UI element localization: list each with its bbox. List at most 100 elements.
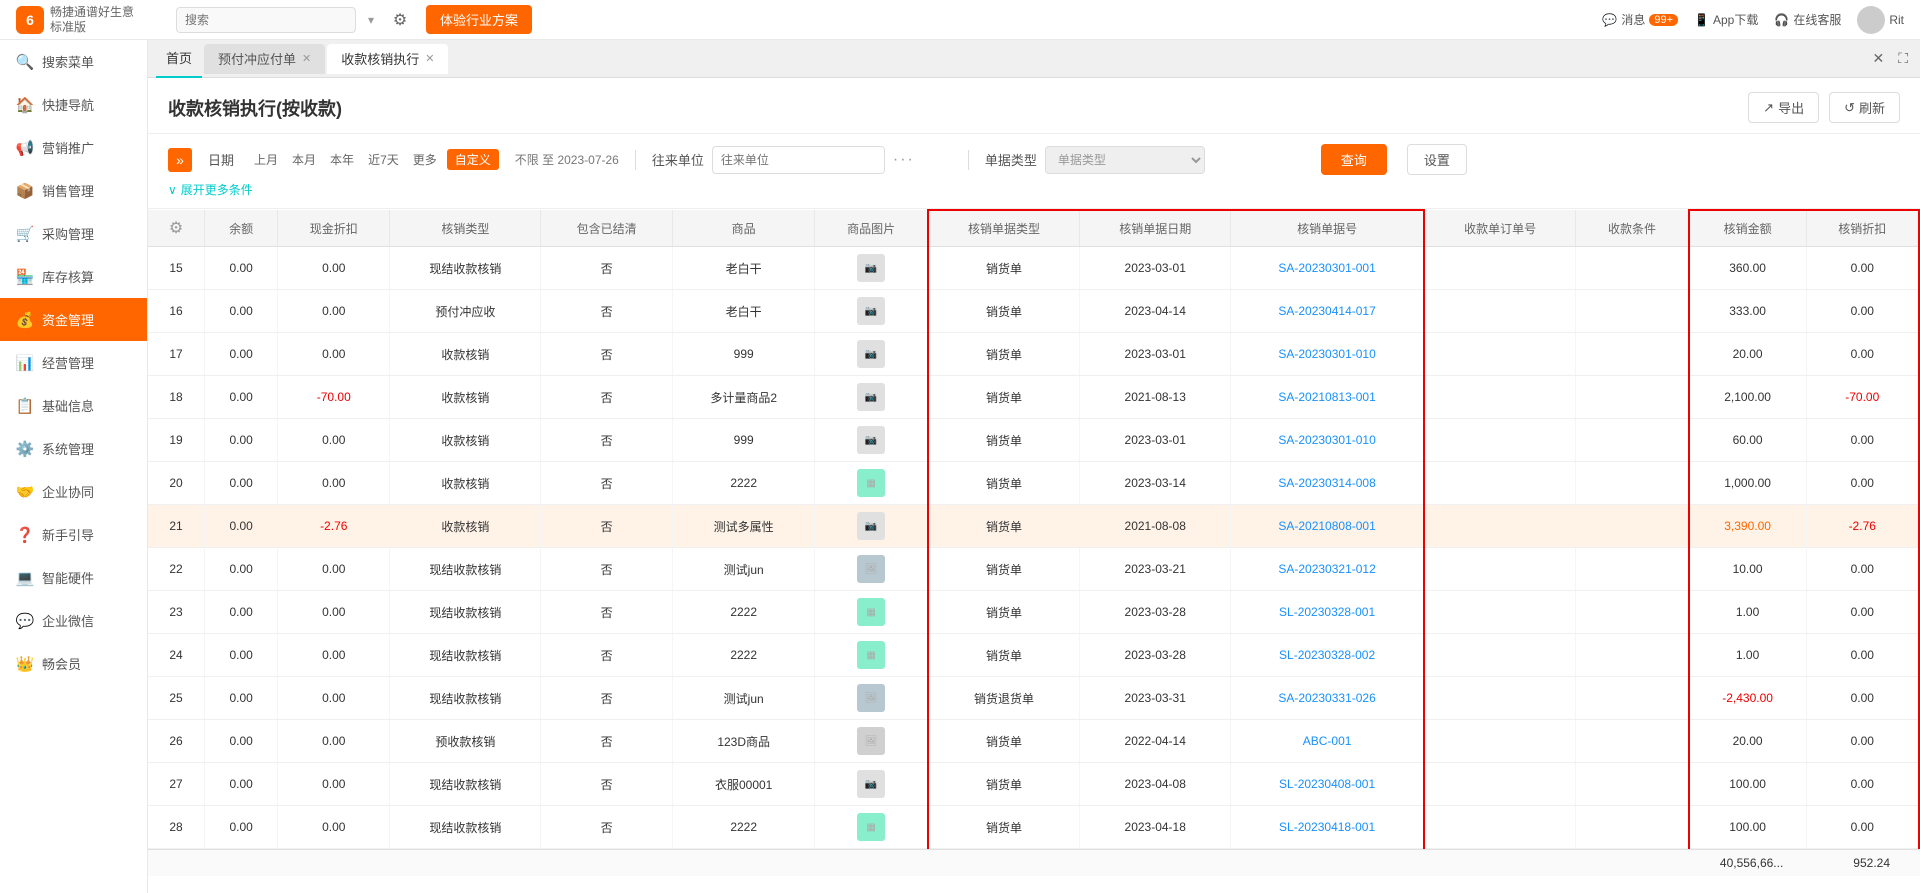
cell-verify-discount: 0.00 <box>1806 634 1919 677</box>
cell-bill-date: 2023-04-08 <box>1080 763 1231 806</box>
expand-more-button[interactable]: ∨ 展开更多条件 <box>168 181 1900 198</box>
bill-no-link[interactable]: SA-20230301-010 <box>1278 433 1375 447</box>
tab-close-window-button[interactable]: ✕ <box>1868 48 1888 69</box>
cell-bill-no: SA-20210813-001 <box>1231 376 1424 419</box>
refresh-button[interactable]: ↺ 刷新 <box>1829 92 1900 123</box>
party-input[interactable] <box>712 146 885 174</box>
app-download-button[interactable]: 📱 App下载 <box>1694 11 1758 28</box>
cell-cash-discount: 0.00 <box>278 419 390 462</box>
online-service-button[interactable]: 🎧 在线客服 <box>1774 11 1841 28</box>
sidebar-item-guide[interactable]: ❓ 新手引导 <box>0 513 147 556</box>
bill-no-link[interactable]: SL-20230418-001 <box>1279 820 1375 834</box>
bill-no-link[interactable]: SA-20230331-026 <box>1278 691 1375 705</box>
bill-no-link[interactable]: SA-20230301-010 <box>1278 347 1375 361</box>
cell-balance: 0.00 <box>205 677 278 720</box>
table-row: 16 0.00 0.00 预付冲应收 否 老白干 📷 销货单 2023-04-1… <box>148 290 1919 333</box>
settings-icon[interactable]: ⚙ <box>386 6 414 34</box>
bill-type-select[interactable]: 单据类型 <box>1045 146 1205 174</box>
search-icon: 🔍 <box>16 53 34 71</box>
cell-bill-date: 2023-03-31 <box>1080 677 1231 720</box>
cell-bill-type: 销货单 <box>928 806 1080 849</box>
query-button[interactable]: 查询 <box>1321 144 1387 175</box>
tab-prepay[interactable]: 预付冲应付单 ✕ <box>204 44 325 74</box>
table-row: 17 0.00 0.00 收款核销 否 999 📷 销货单 2023-03-01… <box>148 333 1919 376</box>
sidebar-item-basic-info[interactable]: 📋 基础信息 <box>0 384 147 427</box>
date-7days-btn[interactable]: 近7天 <box>364 149 403 170</box>
sidebar-item-member[interactable]: 👑 畅会员 <box>0 642 147 685</box>
sidebar-item-marketing[interactable]: 📢 营销推广 <box>0 126 147 169</box>
bill-no-link[interactable]: SA-20210813-001 <box>1278 390 1375 404</box>
bill-no-link[interactable]: SA-20230314-008 <box>1278 476 1375 490</box>
verify-amount-total: 40,556,66... <box>1720 856 1783 870</box>
cell-verify-discount: 0.00 <box>1806 806 1919 849</box>
cell-bill-type: 销货单 <box>928 290 1080 333</box>
col-settings-header: ⚙ <box>148 210 205 247</box>
table-header: ⚙ 余额 现金折扣 核销类型 包含已结清 商品 商品图片 核销单据类型 核销单据… <box>148 210 1919 247</box>
sidebar-item-inventory[interactable]: 🏪 库存核算 <box>0 255 147 298</box>
cell-id: 19 <box>148 419 205 462</box>
cell-collection-condition <box>1576 290 1689 333</box>
cell-verify-type: 收款核销 <box>390 505 541 548</box>
search-input[interactable] <box>176 7 356 33</box>
tab-close-active-icon[interactable]: ✕ <box>425 52 434 65</box>
cell-bill-no: ABC-001 <box>1231 720 1424 763</box>
tab-maximize-button[interactable]: ⛶ <box>1894 48 1912 69</box>
bill-no-link[interactable]: SL-20230328-002 <box>1279 648 1375 662</box>
bill-no-link[interactable]: SL-20230328-001 <box>1279 605 1375 619</box>
date-this-year-btn[interactable]: 本年 <box>326 149 358 170</box>
sidebar-item-management[interactable]: 📊 经营管理 <box>0 341 147 384</box>
cell-collection-order <box>1424 419 1576 462</box>
sidebar-item-hardware[interactable]: 💻 智能硬件 <box>0 556 147 599</box>
col-settings-icon[interactable]: ⚙ <box>169 220 183 237</box>
cell-bill-date: 2023-03-01 <box>1080 247 1231 290</box>
tab-verify[interactable]: 收款核销执行 ✕ <box>327 44 448 74</box>
cell-bill-date: 2023-03-28 <box>1080 634 1231 677</box>
industry-solution-button[interactable]: 体验行业方案 <box>426 5 532 34</box>
cell-collection-condition <box>1576 505 1689 548</box>
date-last-month-btn[interactable]: 上月 <box>250 149 282 170</box>
cell-bill-type: 销货单 <box>928 591 1080 634</box>
sidebar-item-system[interactable]: ⚙️ 系统管理 <box>0 427 147 470</box>
cell-include-settled: 否 <box>541 634 673 677</box>
bill-no-link[interactable]: SA-20230321-012 <box>1278 562 1375 576</box>
bill-no-link[interactable]: SA-20230414-017 <box>1278 304 1375 318</box>
sidebar-item-finance[interactable]: 💰 资金管理 <box>0 298 147 341</box>
user-area[interactable]: Rit <box>1857 6 1904 34</box>
bill-no-link[interactable]: SA-20230301-001 <box>1278 261 1375 275</box>
date-options: 上月 本月 本年 近7天 更多 自定义 <box>250 149 499 170</box>
product-image: 🖼 <box>857 555 885 583</box>
table-row: 23 0.00 0.00 现结收款核销 否 2222 ▦ 销货单 2023-03… <box>148 591 1919 634</box>
cell-balance: 0.00 <box>205 333 278 376</box>
sidebar-item-quicknav[interactable]: 🏠 快捷导航 <box>0 83 147 126</box>
cell-id: 27 <box>148 763 205 806</box>
sidebar-item-collab[interactable]: 🤝 企业协同 <box>0 470 147 513</box>
export-button[interactable]: ↗ 导出 <box>1748 92 1819 123</box>
bill-no-link[interactable]: SA-20210808-001 <box>1278 519 1375 533</box>
cell-bill-date: 2023-03-01 <box>1080 419 1231 462</box>
cell-collection-condition <box>1576 548 1689 591</box>
cell-verify-amount: 360.00 <box>1689 247 1806 290</box>
tab-home[interactable]: 首页 <box>156 40 202 78</box>
cell-verify-discount: -2.76 <box>1806 505 1919 548</box>
cell-verify-amount: 1.00 <box>1689 591 1806 634</box>
filter-toggle-button[interactable]: » <box>168 148 192 172</box>
sidebar-item-wechat[interactable]: 💬 企业微信 <box>0 599 147 642</box>
date-custom-btn[interactable]: 自定义 <box>447 149 499 170</box>
date-more-btn[interactable]: 更多 <box>409 149 441 170</box>
table-row: 26 0.00 0.00 预收款核销 否 123D商品 🖼 销货单 2022-0… <box>148 720 1919 763</box>
date-this-month-btn[interactable]: 本月 <box>288 149 320 170</box>
table-settings-button[interactable]: 设置 <box>1407 144 1467 175</box>
cell-verify-type: 现结收款核销 <box>390 677 541 720</box>
cell-cash-discount: 0.00 <box>278 634 390 677</box>
footer-totals: 40,556,66... 952.24 <box>148 856 1920 870</box>
cell-cash-discount: 0.00 <box>278 247 390 290</box>
bill-no-link[interactable]: SL-20230408-001 <box>1279 777 1375 791</box>
cell-verify-discount: 0.00 <box>1806 763 1919 806</box>
sidebar-item-purchase[interactable]: 🛒 采购管理 <box>0 212 147 255</box>
sidebar-item-sales[interactable]: 📦 销售管理 <box>0 169 147 212</box>
message-button[interactable]: 💬 消息 99+ <box>1602 11 1678 28</box>
cell-collection-order <box>1424 290 1576 333</box>
bill-no-link[interactable]: ABC-001 <box>1303 734 1352 748</box>
tab-close-icon[interactable]: ✕ <box>302 52 311 65</box>
sidebar-item-search[interactable]: 🔍 搜索菜单 <box>0 40 147 83</box>
